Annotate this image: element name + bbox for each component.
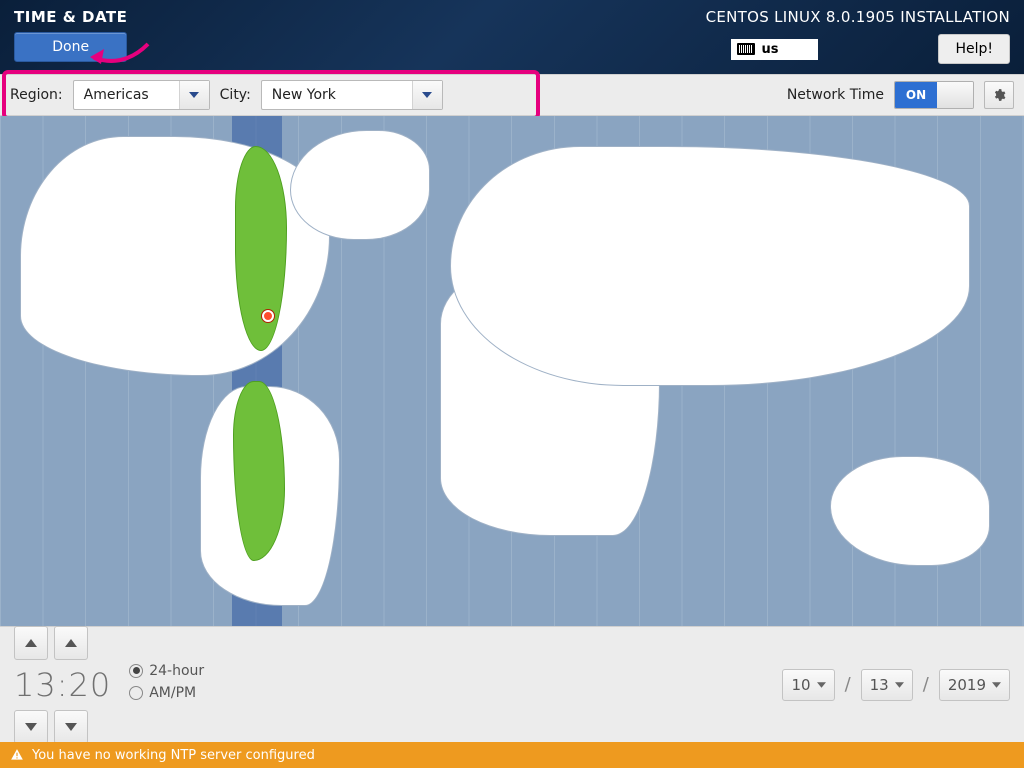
date-separator: / [923,674,929,695]
help-button[interactable]: Help! [938,34,1010,64]
region-select[interactable]: Americas [73,80,210,110]
hour-up-button[interactable] [14,626,48,660]
city-select[interactable]: New York [261,80,443,110]
chevron-down-icon [992,682,1001,688]
year-select[interactable]: 2019 [939,669,1010,701]
warning-icon [10,748,24,762]
radio-dot-icon [129,664,143,678]
bottom-panel: 13:20 24-hour AM/PM 10 / 13 / 2019 [0,626,1024,742]
time-format-24h-label: 24-hour [149,663,204,679]
minute-down-button[interactable] [54,710,88,744]
region-select-value: Americas [74,87,179,103]
location-pin [262,310,274,322]
toolbar: Region: Americas City: New York Network … [0,74,1024,116]
radio-dot-icon [129,686,143,700]
network-time-label: Network Time [787,87,884,103]
toggle-on-label: ON [895,82,937,108]
install-title: CENTOS LINUX 8.0.1905 INSTALLATION [706,8,1010,26]
time-format-ampm-radio[interactable]: AM/PM [129,685,204,701]
region-label: Region: [10,87,63,103]
year-value: 2019 [948,676,986,694]
done-button[interactable]: Done [14,32,127,62]
chevron-down-icon [179,81,209,109]
day-select[interactable]: 13 [861,669,913,701]
month-value: 10 [791,676,810,694]
toggle-knob [937,82,973,108]
chevron-down-icon [412,81,442,109]
chevron-down-icon [895,682,904,688]
header: TIME & DATE Done CENTOS LINUX 8.0.1905 I… [0,0,1024,74]
keyboard-layout-label: us [761,42,778,57]
chevron-down-icon [817,682,826,688]
warning-bar: You have no working NTP server configure… [0,742,1024,768]
city-label: City: [220,87,251,103]
gear-icon [992,88,1006,102]
minute-up-button[interactable] [54,626,88,660]
time-display: 13:20 [14,666,111,704]
continent-eurasia [450,146,970,386]
warning-message: You have no working NTP server configure… [32,748,315,763]
city-select-value: New York [262,87,412,103]
day-value: 13 [870,676,889,694]
timezone-map[interactable] [0,116,1024,626]
time-format-24h-radio[interactable]: 24-hour [129,663,204,679]
keyboard-layout-indicator[interactable]: us [731,39,818,60]
time-format-ampm-label: AM/PM [149,685,196,701]
hour-down-button[interactable] [14,710,48,744]
ntp-settings-button[interactable] [984,81,1014,109]
date-separator: / [845,674,851,695]
keyboard-icon [737,43,755,55]
month-select[interactable]: 10 [782,669,834,701]
network-time-toggle[interactable]: ON [894,81,974,109]
page-title: TIME & DATE [14,8,127,26]
